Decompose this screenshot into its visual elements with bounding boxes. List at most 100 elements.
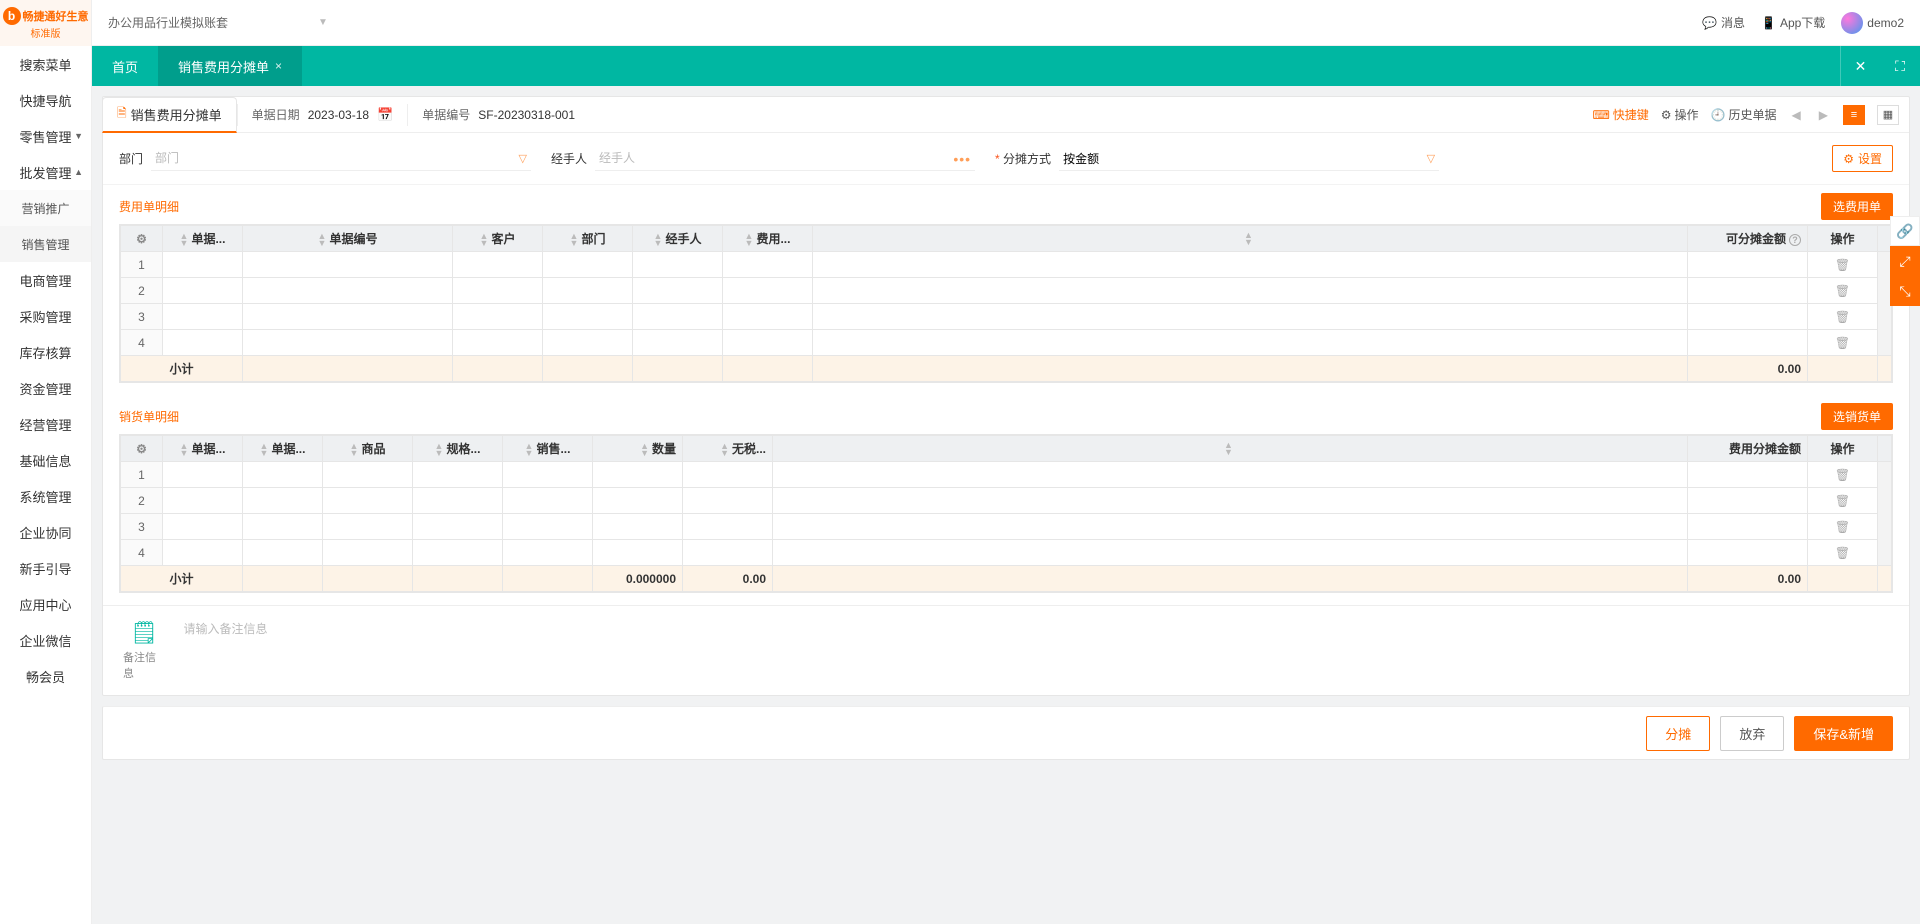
view-list-button[interactable]: ≡ bbox=[1843, 105, 1865, 125]
sidebar-item-sales-mgmt[interactable]: 销售管理 bbox=[0, 226, 91, 262]
col-notax[interactable]: ▲▼无税... bbox=[683, 436, 773, 462]
sidebar-item-member[interactable]: 畅会员 bbox=[0, 658, 91, 694]
history-button[interactable]: 🕘历史单据 bbox=[1711, 106, 1777, 123]
col-dept[interactable]: ▲▼部门 bbox=[543, 226, 633, 252]
sidebar-item-inventory[interactable]: 库存核算 bbox=[0, 334, 91, 370]
tab-sales-fee-alloc[interactable]: 销售费用分摊单× bbox=[158, 46, 302, 86]
doc-date-label: 单据日期 bbox=[252, 106, 300, 123]
attachment-button[interactable]: 🔗 bbox=[1890, 216, 1920, 246]
col-blank2[interactable]: ▲▼ bbox=[773, 436, 1688, 462]
sidebar-item-purchase[interactable]: 采购管理 bbox=[0, 298, 91, 334]
brand-edition: 标准版 bbox=[31, 25, 61, 40]
keyboard-icon: ⌨ bbox=[1592, 108, 1609, 122]
delete-icon[interactable]: 🗑 bbox=[1835, 284, 1850, 298]
col-spec[interactable]: ▲▼规格... bbox=[413, 436, 503, 462]
table-row[interactable]: 1🗑 bbox=[121, 462, 1892, 488]
sidebar-item-marketing[interactable]: 营销推广 bbox=[0, 190, 91, 226]
remarks-input[interactable] bbox=[184, 620, 1890, 660]
col-sales[interactable]: ▲▼销售... bbox=[503, 436, 593, 462]
sidebar-item-wechat[interactable]: 企业微信 bbox=[0, 622, 91, 658]
help-icon[interactable]: ? bbox=[1789, 234, 1801, 246]
doc-date-value[interactable]: 2023-03-18 bbox=[308, 108, 369, 122]
sidebar-item-guide[interactable]: 新手引导 bbox=[0, 550, 91, 586]
document-title: 销售费用分摊单 bbox=[131, 105, 222, 124]
delete-icon[interactable]: 🗑 bbox=[1835, 494, 1850, 508]
sidebar-item-system[interactable]: 系统管理 bbox=[0, 478, 91, 514]
col-gear[interactable]: ⚙ bbox=[121, 436, 163, 462]
app-download-button[interactable]: 📱App下载 bbox=[1761, 14, 1825, 31]
close-all-tabs-button[interactable]: ✕ bbox=[1840, 46, 1880, 86]
table-row[interactable]: 3🗑 bbox=[121, 514, 1892, 540]
shortcut-button[interactable]: ⌨快捷键 bbox=[1592, 106, 1648, 123]
sidebar-item-apps[interactable]: 应用中心 bbox=[0, 586, 91, 622]
col-alloc-amount[interactable]: 可分摊金额? bbox=[1688, 226, 1808, 252]
col-s1[interactable]: ▲▼单据... bbox=[163, 436, 243, 462]
delete-icon[interactable]: 🗑 bbox=[1835, 336, 1850, 350]
sidebar-item-basic[interactable]: 基础信息 bbox=[0, 442, 91, 478]
messages-button[interactable]: 💬消息 bbox=[1702, 14, 1745, 31]
table-row[interactable]: 3🗑 bbox=[121, 304, 1892, 330]
logo-icon: b bbox=[3, 7, 21, 25]
discard-button[interactable]: 放弃 bbox=[1720, 716, 1784, 751]
logo: b 畅捷通好生意 标准版 bbox=[0, 0, 91, 46]
col-fee[interactable]: ▲▼费用... bbox=[723, 226, 813, 252]
col-blank[interactable]: ▲▼ bbox=[813, 226, 1688, 252]
col-gear[interactable]: ⚙ bbox=[121, 226, 163, 252]
floating-tools: 🔗 ⤢ ⤡ bbox=[1890, 216, 1920, 306]
settings-button[interactable]: ⚙设置 bbox=[1832, 145, 1893, 172]
table-row[interactable]: 2🗑 bbox=[121, 278, 1892, 304]
tab-strip: 首页 销售费用分摊单× ✕ ⛶ bbox=[92, 46, 1920, 86]
gear-icon: ⚙ bbox=[136, 232, 147, 246]
sidebar-item-collab[interactable]: 企业协同 bbox=[0, 514, 91, 550]
fee-table: ⚙ ▲▼单据... ▲▼单据编号 ▲▼客户 ▲▼部门 ▲▼经手人 ▲▼费用...… bbox=[119, 224, 1893, 383]
table-row[interactable]: 1🗑 bbox=[121, 252, 1892, 278]
allocate-button[interactable]: 分摊 bbox=[1646, 716, 1710, 751]
select-fee-doc-button[interactable]: 选费用单 bbox=[1821, 193, 1893, 220]
calendar-icon[interactable]: 📅 bbox=[377, 107, 393, 123]
dept-input[interactable] bbox=[151, 147, 531, 171]
view-card-button[interactable]: ▦ bbox=[1877, 105, 1899, 125]
sidebar-item-operation[interactable]: 经营管理 bbox=[0, 406, 91, 442]
col-fee-alloc-amount[interactable]: 费用分摊金额 bbox=[1688, 436, 1808, 462]
operate-button[interactable]: ⚙操作 bbox=[1661, 106, 1699, 123]
delete-icon[interactable]: 🗑 bbox=[1835, 310, 1850, 324]
col-product[interactable]: ▲▼商品 bbox=[323, 436, 413, 462]
document-tab[interactable]: 🗎 销售费用分摊单 bbox=[102, 97, 237, 133]
table-row[interactable]: 4🗑 bbox=[121, 330, 1892, 356]
delete-icon[interactable]: 🗑 bbox=[1835, 468, 1850, 482]
user-menu[interactable]: demo2 bbox=[1841, 12, 1904, 34]
note-icon: 🗒 bbox=[130, 620, 158, 646]
prev-doc-button[interactable]: ◀ bbox=[1789, 108, 1804, 122]
col-handler[interactable]: ▲▼经手人 bbox=[633, 226, 723, 252]
sidebar-item-finance[interactable]: 资金管理 bbox=[0, 370, 91, 406]
table-row[interactable]: 2🗑 bbox=[121, 488, 1892, 514]
sales-table: ⚙ ▲▼单据... ▲▼单据... ▲▼商品 ▲▼规格... ▲▼销售... ▲… bbox=[119, 434, 1893, 593]
col-customer[interactable]: ▲▼客户 bbox=[453, 226, 543, 252]
fullscreen-button[interactable]: ⛶ bbox=[1880, 46, 1920, 86]
sidebar-item-retail[interactable]: 零售管理▼ bbox=[0, 118, 91, 154]
delete-icon[interactable]: 🗑 bbox=[1835, 520, 1850, 534]
sidebar-item-ecommerce[interactable]: 电商管理 bbox=[0, 262, 91, 298]
delete-icon[interactable]: 🗑 bbox=[1835, 258, 1850, 272]
col-scroll2 bbox=[1878, 436, 1892, 462]
table-row[interactable]: 4🗑 bbox=[121, 540, 1892, 566]
delete-icon[interactable]: 🗑 bbox=[1835, 546, 1850, 560]
handler-input[interactable] bbox=[595, 147, 975, 171]
save-and-new-button[interactable]: 保存&新增 bbox=[1794, 716, 1893, 751]
alloc-select[interactable] bbox=[1059, 147, 1439, 171]
next-doc-button[interactable]: ▶ bbox=[1816, 108, 1831, 122]
sidebar-item-quick-nav[interactable]: 快捷导航 bbox=[0, 82, 91, 118]
document-icon: 🗎 bbox=[117, 104, 127, 125]
col-doc-date[interactable]: ▲▼单据... bbox=[163, 226, 243, 252]
close-icon[interactable]: × bbox=[275, 59, 282, 73]
sidebar-item-wholesale[interactable]: 批发管理▲ bbox=[0, 154, 91, 190]
collapse-button[interactable]: ⤡ bbox=[1890, 276, 1920, 306]
select-sales-doc-button[interactable]: 选销货单 bbox=[1821, 403, 1893, 430]
tab-home[interactable]: 首页 bbox=[92, 46, 158, 86]
account-book-selector[interactable]: 办公用品行业模拟账套 ▼ bbox=[108, 14, 328, 31]
col-s2[interactable]: ▲▼单据... bbox=[243, 436, 323, 462]
col-doc-no[interactable]: ▲▼单据编号 bbox=[243, 226, 453, 252]
col-qty[interactable]: ▲▼数量 bbox=[593, 436, 683, 462]
expand-button[interactable]: ⤢ bbox=[1890, 246, 1920, 276]
sidebar-item-search-menu[interactable]: 搜索菜单 bbox=[0, 46, 91, 82]
